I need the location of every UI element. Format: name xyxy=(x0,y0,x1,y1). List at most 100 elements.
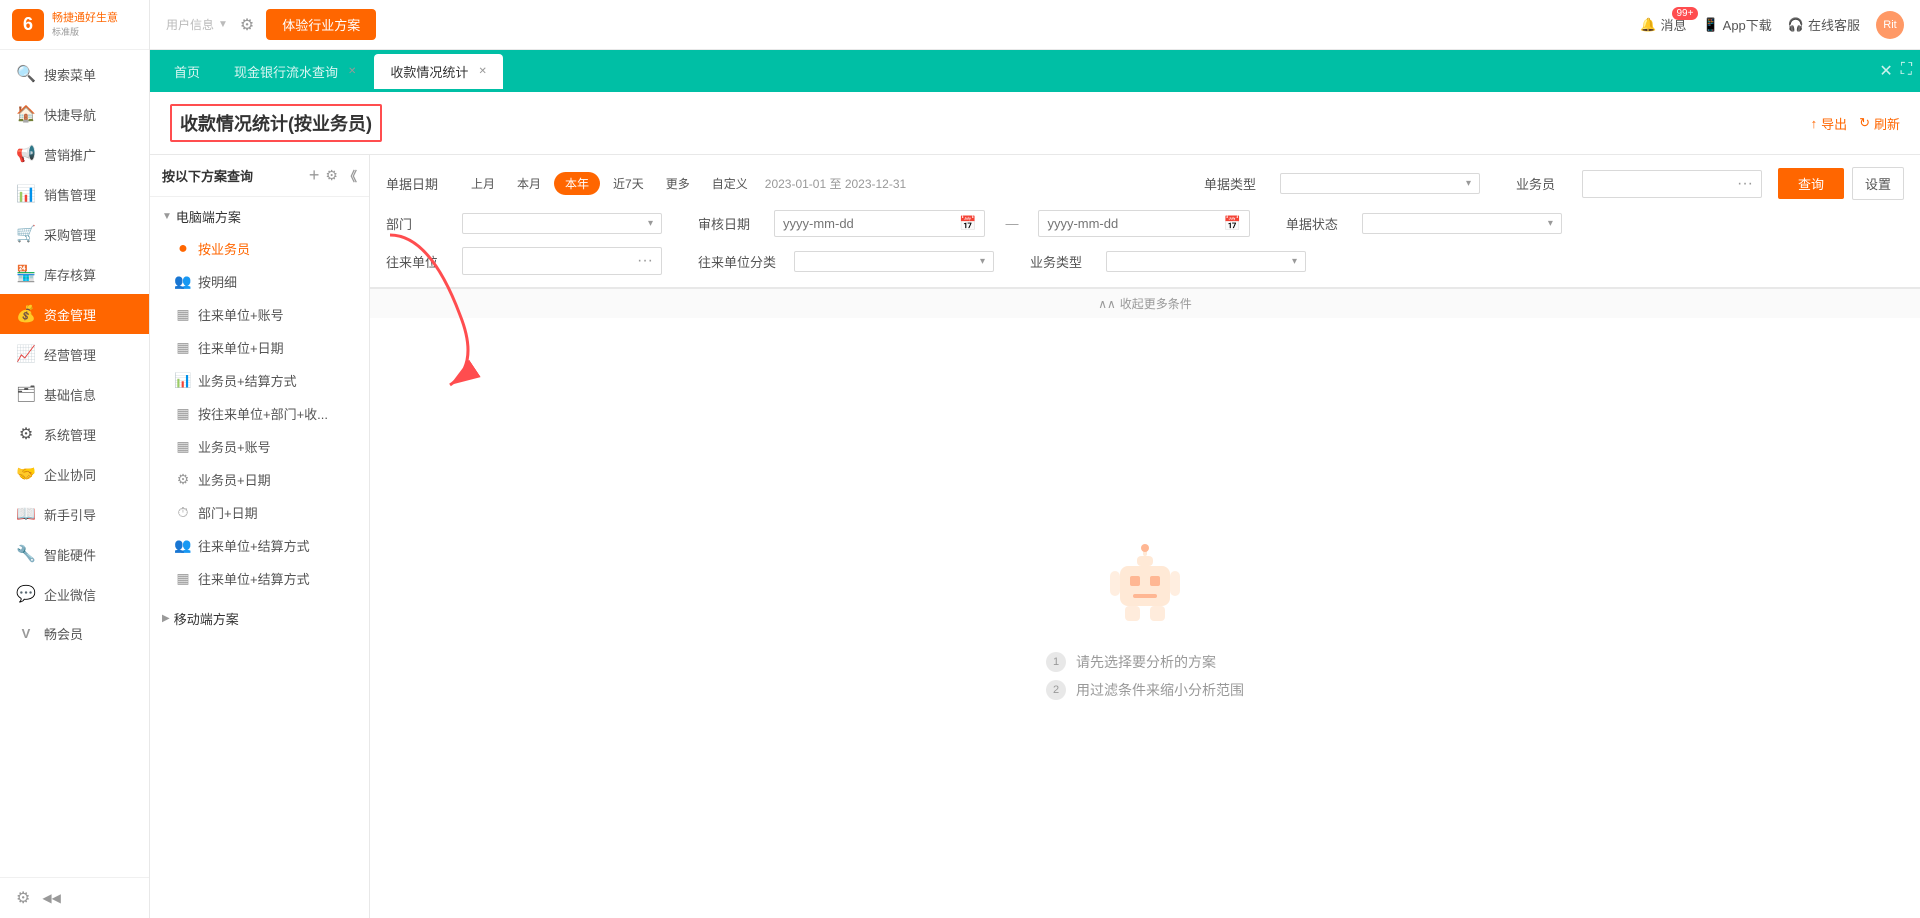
sidebar-item-marketing[interactable]: 📢 营销推广 xyxy=(0,134,149,174)
partner-type-select[interactable]: ▾ xyxy=(794,251,994,272)
tab-home[interactable]: 首页 xyxy=(158,54,216,89)
app-download-button[interactable]: 📱 App下载 xyxy=(1702,15,1771,34)
scheme-item-icon-3: ▦ xyxy=(174,339,192,356)
dept-select[interactable]: ▾ xyxy=(462,213,662,234)
scheme-add-button[interactable]: + xyxy=(309,165,320,186)
biz-type-arrow: ▾ xyxy=(1292,256,1297,267)
sidebar-nav: 🔍 搜索菜单 🏠 快捷导航 📢 营销推广 📊 销售管理 🛒 采购管理 🏪 库存核… xyxy=(0,50,149,877)
doc-type-arrow: ▾ xyxy=(1466,178,1471,189)
footer-collapse-icon[interactable]: ◀◀ xyxy=(42,891,60,905)
scheme-item-4[interactable]: 📊 业务员+结算方式 xyxy=(150,364,369,397)
calendar-end-icon[interactable]: 📅 xyxy=(1223,215,1240,232)
review-date-end-input[interactable] xyxy=(1047,216,1223,231)
sidebar-item-quicknav[interactable]: 🏠 快捷导航 xyxy=(0,94,149,134)
date-label: 单据日期 xyxy=(386,174,446,193)
export-button[interactable]: ↑ 导出 xyxy=(1811,114,1848,133)
sidebar-item-wechat[interactable]: 💬 企业微信 xyxy=(0,574,149,614)
tab-collection[interactable]: 收款情况统计 ✕ xyxy=(374,54,502,89)
scheme-item-icon-0: ● xyxy=(174,240,192,258)
filter-row-1: 单据日期 上月 本月 本年 近7天 更多 自定义 2023-01-01 至 20… xyxy=(386,167,1904,200)
sidebar-item-purchase[interactable]: 🛒 采购管理 xyxy=(0,214,149,254)
window-close-icon[interactable]: ✕ xyxy=(1879,61,1892,81)
date-btn-more[interactable]: 更多 xyxy=(657,171,699,196)
sidebar-item-inventory[interactable]: 🏪 库存核算 xyxy=(0,254,149,294)
tab-bank-flow-close[interactable]: ✕ xyxy=(348,66,356,77)
app-logo: 6 畅捷通好生意 标准版 xyxy=(0,0,149,50)
scheme-group-mobile-header[interactable]: ▶ 移动端方案 xyxy=(150,603,369,634)
review-date-start[interactable]: 📅 xyxy=(774,210,985,237)
user-avatar[interactable]: Rit xyxy=(1876,11,1904,39)
calendar-icon[interactable]: 📅 xyxy=(959,215,976,232)
tab-collection-close[interactable]: ✕ xyxy=(478,66,486,77)
doc-type-label: 单据类型 xyxy=(1204,174,1264,193)
date-btn-thismonth[interactable]: 本月 xyxy=(508,171,550,196)
scheme-item-icon-4: 📊 xyxy=(174,372,192,389)
sidebar-item-label: 搜索菜单 xyxy=(44,65,96,84)
sidebar-item-enterprise[interactable]: 🤝 企业协同 xyxy=(0,454,149,494)
sidebar-item-guide[interactable]: 📖 新手引导 xyxy=(0,494,149,534)
tab-bank-flow[interactable]: 现金银行流水查询 ✕ xyxy=(218,54,372,89)
scheme-title: 按以下方案查询 xyxy=(162,166,253,185)
sidebar-item-hardware[interactable]: 🔧 智能硬件 xyxy=(0,534,149,574)
doc-status-select[interactable]: ▾ xyxy=(1362,213,1562,234)
collapse-bar[interactable]: ∧∧ 收起更多条件 xyxy=(370,288,1920,318)
search-icon: 🔍 xyxy=(16,64,36,84)
date-btn-7days[interactable]: 近7天 xyxy=(604,171,653,196)
scheme-group-desktop-header[interactable]: ▼ 电脑端方案 xyxy=(150,201,369,232)
scheme-item-icon-9: 👥 xyxy=(174,537,192,554)
scheme-item-icon-6: ▦ xyxy=(174,438,192,455)
biz-type-select[interactable]: ▾ xyxy=(1106,251,1306,272)
doc-type-select[interactable]: ▾ xyxy=(1280,173,1480,194)
purchase-icon: 🛒 xyxy=(16,224,36,244)
user-dropdown-icon[interactable]: ▼ xyxy=(218,19,228,30)
scheme-settings-icon[interactable]: ⚙ xyxy=(325,167,338,184)
sidebar-item-vip[interactable]: V 畅会员 xyxy=(0,614,149,653)
window-maximize-icon[interactable]: ⛶ xyxy=(1901,61,1912,81)
sidebar-item-finance[interactable]: 💰 资金管理 xyxy=(0,294,149,334)
messages-button[interactable]: 🔔 消息 99+ xyxy=(1640,15,1686,34)
refresh-icon: ↻ xyxy=(1859,115,1870,131)
scheme-item-2[interactable]: ▦ 往来单位+账号 xyxy=(150,298,369,331)
scheme-item-0[interactable]: ● 按业务员 xyxy=(150,232,369,265)
sales-icon: 📊 xyxy=(16,184,36,204)
review-date-end[interactable]: 📅 xyxy=(1038,210,1249,237)
refresh-button[interactable]: ↻ 刷新 xyxy=(1859,114,1900,133)
salesperson-select[interactable]: ··· xyxy=(1582,170,1762,198)
scheme-item-5[interactable]: ▦ 按往来单位+部门+收... xyxy=(150,397,369,430)
date-btn-custom[interactable]: 自定义 xyxy=(703,171,757,196)
try-industry-button[interactable]: 体验行业方案 xyxy=(266,9,376,40)
user-info: 用户信息 ▼ xyxy=(166,16,228,33)
scheme-item-3[interactable]: ▦ 往来单位+日期 xyxy=(150,331,369,364)
settings-button[interactable]: 设置 xyxy=(1852,167,1904,200)
scheme-collapse-icon[interactable]: 《 xyxy=(344,166,357,185)
scheme-item-1[interactable]: 👥 按明细 xyxy=(150,265,369,298)
date-btn-thisyear[interactable]: 本年 xyxy=(554,172,600,195)
online-service-button[interactable]: 🎧 在线客服 xyxy=(1788,15,1860,34)
sidebar-item-system[interactable]: ⚙ 系统管理 xyxy=(0,414,149,454)
review-date-start-input[interactable] xyxy=(783,216,959,231)
sidebar-footer: ⚙ ◀◀ xyxy=(0,877,149,918)
sidebar-item-basic[interactable]: 🗂 基础信息 xyxy=(0,374,149,414)
footer-settings-icon[interactable]: ⚙ xyxy=(16,888,30,908)
scheme-item-10[interactable]: ▦ 往来单位+结算方式 xyxy=(150,562,369,595)
sidebar-item-search[interactable]: 🔍 搜索菜单 xyxy=(0,54,149,94)
query-button[interactable]: 查询 xyxy=(1778,168,1844,199)
doc-status-label: 单据状态 xyxy=(1286,214,1346,233)
scheme-item-8[interactable]: ⏱ 部门+日期 xyxy=(150,496,369,529)
scheme-panel: 按以下方案查询 + ⚙ 《 ▼ 电脑端方案 ● 按业务员 xyxy=(150,155,370,918)
settings-gear-icon[interactable]: ⚙ xyxy=(240,15,254,35)
service-icon: 🎧 xyxy=(1788,17,1804,33)
partner-dots[interactable]: ··· xyxy=(637,252,653,270)
sidebar-item-operation[interactable]: 📈 经营管理 xyxy=(0,334,149,374)
right-panel: 单据日期 上月 本月 本年 近7天 更多 自定义 2023-01-01 至 20… xyxy=(370,155,1920,918)
scheme-item-9[interactable]: 👥 往来单位+结算方式 xyxy=(150,529,369,562)
partner-select[interactable]: ··· xyxy=(462,247,662,275)
scheme-item-icon-5: ▦ xyxy=(174,405,192,422)
scheme-item-6[interactable]: ▦ 业务员+账号 xyxy=(150,430,369,463)
date-btn-lastmonth[interactable]: 上月 xyxy=(462,171,504,196)
system-icon: ⚙ xyxy=(16,424,36,444)
sidebar-item-sales[interactable]: 📊 销售管理 xyxy=(0,174,149,214)
salesperson-dots[interactable]: ··· xyxy=(1737,175,1753,193)
scheme-item-7[interactable]: ⚙ 业务员+日期 xyxy=(150,463,369,496)
scheme-header: 按以下方案查询 + ⚙ 《 xyxy=(150,155,369,197)
